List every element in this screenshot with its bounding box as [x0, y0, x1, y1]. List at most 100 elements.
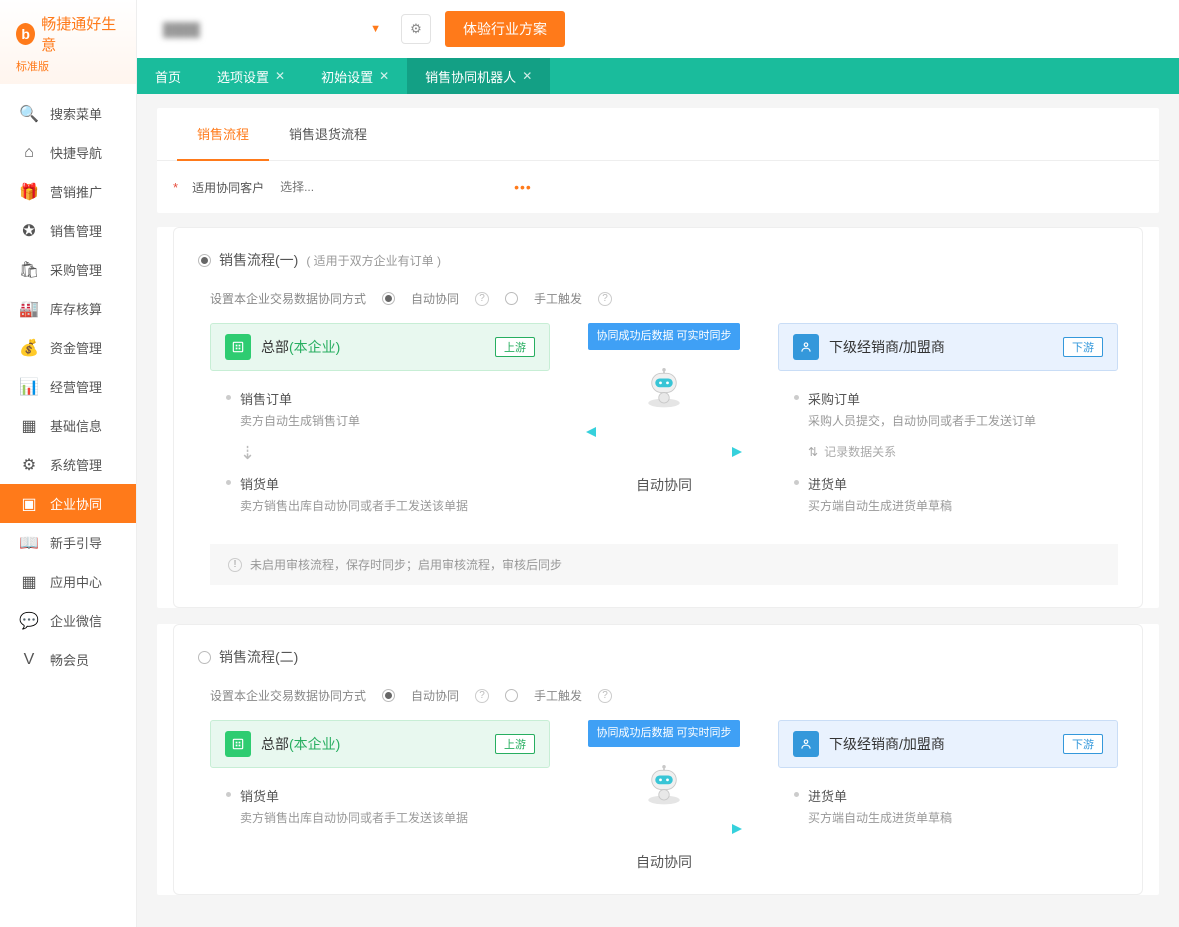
subtab-0[interactable]: 销售流程 — [177, 108, 269, 161]
nav-icon: 📊 — [20, 378, 38, 396]
logo-sub: 标准版 — [16, 58, 120, 74]
flow-center: 协同成功后数据 可实时同步 自动协同 — [574, 323, 754, 495]
nav-label: 企业微信 — [50, 611, 102, 630]
radio-auto[interactable] — [382, 292, 395, 305]
org-select[interactable]: ████ ▼ — [157, 13, 387, 45]
nav-label: 畅会员 — [50, 650, 89, 669]
radio-manual[interactable] — [505, 689, 518, 702]
badge: 下游 — [1063, 337, 1103, 357]
flow-col-head: 下级经销商/加盟商 下游 — [778, 720, 1118, 768]
nav-label: 新手引导 — [50, 533, 102, 552]
tabs-bar: 首页选项设置✕初始设置✕销售协同机器人✕ — [137, 58, 1179, 94]
nav-item-0[interactable]: 🔍 搜索菜单 — [0, 94, 136, 133]
nav-item-13[interactable]: 💬 企业微信 — [0, 601, 136, 640]
building-icon — [225, 731, 251, 757]
settings-icon[interactable]: ⚙ — [401, 14, 431, 44]
process-1: 销售流程(一) ( 适用于双方企业有订单 ) 设置本企业交易数据协同方式 自动协… — [173, 227, 1143, 608]
subtab-1[interactable]: 销售退货流程 — [269, 108, 387, 160]
nav-icon: ⌂ — [20, 144, 38, 162]
nav-label: 采购管理 — [50, 260, 102, 279]
nav-item-4[interactable]: 🛍 采购管理 — [0, 250, 136, 289]
topbar: ████ ▼ ⚙ 体验行业方案 — [137, 0, 1179, 58]
help-icon[interactable]: ? — [475, 689, 489, 703]
more-icon[interactable]: ••• — [514, 179, 532, 195]
process-title: 销售流程(二) — [219, 647, 298, 667]
robot-icon — [636, 354, 692, 410]
experience-button[interactable]: 体验行业方案 — [445, 11, 565, 47]
tab-3[interactable]: 销售协同机器人✕ — [407, 58, 550, 94]
nav-item-1[interactable]: ⌂ 快捷导航 — [0, 133, 136, 172]
nav-icon: 🔍 — [20, 105, 38, 123]
help-icon[interactable]: ? — [598, 292, 612, 306]
nav-icon: 📖 — [20, 534, 38, 552]
nav-label: 基础信息 — [50, 416, 102, 435]
nav-item-7[interactable]: 📊 经营管理 — [0, 367, 136, 406]
nav-label: 库存核算 — [50, 299, 102, 318]
nav-label: 资金管理 — [50, 338, 102, 357]
nav-item-10[interactable]: ▣企业协同 — [0, 484, 136, 523]
nav-item-14[interactable]: V畅会员 — [0, 640, 136, 679]
nav-icon: ⚙ — [20, 456, 38, 474]
nav-label: 系统管理 — [50, 455, 102, 474]
record-relation: ⇅记录数据关系 — [808, 443, 1118, 460]
nav-item-5[interactable]: 🏭 库存核算 — [0, 289, 136, 328]
flow-col-head: 总部(本企业) 上游 — [210, 323, 550, 371]
help-icon[interactable]: ? — [598, 689, 612, 703]
nav-label: 经营管理 — [50, 377, 102, 396]
nav-item-6[interactable]: 💰 资金管理 — [0, 328, 136, 367]
nav-label: 搜索菜单 — [50, 104, 102, 123]
sub-tabs: 销售流程销售退货流程 — [157, 108, 1159, 161]
logo-area: b 畅捷通好生意 标准版 — [0, 0, 136, 84]
nav-label: 应用中心 — [50, 572, 102, 591]
logo-text: 畅捷通好生意 — [41, 13, 120, 55]
nav-item-9[interactable]: ⚙ 系统管理 — [0, 445, 136, 484]
nav-item-11[interactable]: 📖 新手引导 — [0, 523, 136, 562]
col-title: 下级经销商/加盟商 — [829, 734, 1063, 754]
tab-1[interactable]: 选项设置✕ — [199, 58, 303, 94]
flow-col-head: 下级经销商/加盟商 下游 — [778, 323, 1118, 371]
help-icon[interactable]: ? — [475, 292, 489, 306]
col-title: 总部(本企业) — [261, 734, 495, 754]
close-icon[interactable]: ✕ — [379, 69, 389, 83]
flow-item: 销货单卖方销售出库自动协同或者手工发送该单据 — [240, 786, 550, 826]
nav-label: 快捷导航 — [50, 143, 102, 162]
user-icon — [793, 334, 819, 360]
nav-icon: 🏭 — [20, 300, 38, 318]
flow-item: 销货单卖方销售出库自动协同或者手工发送该单据 — [240, 474, 550, 514]
radio-manual[interactable] — [505, 292, 518, 305]
flow-left: 总部(本企业) 上游 销售订单卖方自动生成销售订单 ⇣ 销货单卖方销售出库自动协同或… — [210, 323, 550, 528]
chevron-down-icon: ▼ — [370, 23, 381, 35]
tab-2[interactable]: 初始设置✕ — [303, 58, 407, 94]
nav-icon: 🎁 — [20, 183, 38, 201]
col-title: 总部(本企业) — [261, 337, 495, 357]
sync-arrows-icon — [574, 420, 754, 467]
nav-icon: 🛍 — [20, 261, 38, 279]
down-arrow-icon: ⇣ — [240, 443, 550, 464]
building-icon — [225, 334, 251, 360]
close-icon[interactable]: ✕ — [522, 69, 532, 83]
robot-icon — [636, 751, 692, 807]
sync-label: 自动协同 — [636, 475, 692, 495]
process-radio[interactable] — [198, 651, 211, 664]
nav-item-12[interactable]: ▦ 应用中心 — [0, 562, 136, 601]
customer-select[interactable] — [274, 175, 504, 199]
nav-item-3[interactable]: ✪销售管理 — [0, 211, 136, 250]
process-sub: ( 适用于双方企业有订单 ) — [306, 252, 441, 269]
info-icon: ! — [228, 558, 242, 572]
process-title: 销售流程(一) — [219, 250, 298, 270]
process-radio[interactable] — [198, 254, 211, 267]
nav-icon: ▦ — [20, 417, 38, 435]
close-icon[interactable]: ✕ — [275, 69, 285, 83]
nav-label: 销售管理 — [50, 221, 102, 240]
nav-item-8[interactable]: ▦ 基础信息 — [0, 406, 136, 445]
nav-icon: 💬 — [20, 612, 38, 630]
col-title: 下级经销商/加盟商 — [829, 337, 1063, 357]
nav-item-2[interactable]: 🎁营销推广 — [0, 172, 136, 211]
flow-item: 销售订单卖方自动生成销售订单 — [240, 389, 550, 429]
nav-label: 企业协同 — [50, 494, 102, 513]
tab-0[interactable]: 首页 — [137, 58, 199, 94]
nav-icon: 💰 — [20, 339, 38, 357]
tip-bubble: 协同成功后数据 可实时同步 — [588, 323, 739, 350]
radio-auto[interactable] — [382, 689, 395, 702]
nav-icon: ▦ — [20, 573, 38, 591]
